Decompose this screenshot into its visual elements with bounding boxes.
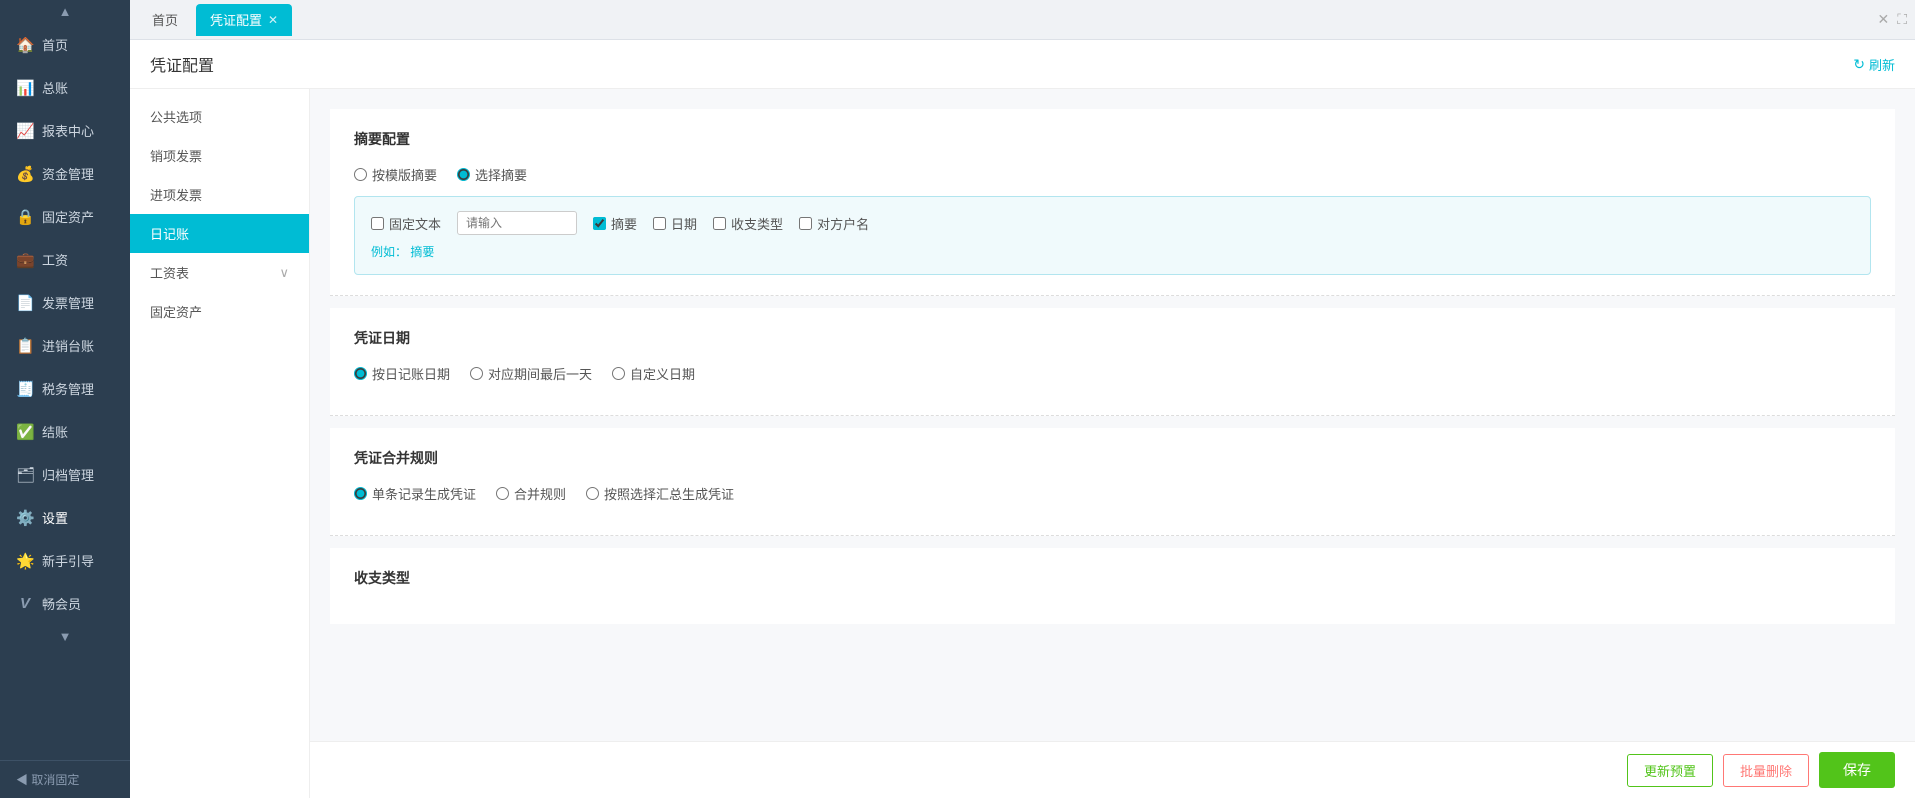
sidebar-item-vip[interactable]: V 畅会员 [0, 582, 130, 625]
example-text: 例如： 摘要 [371, 243, 1854, 260]
checkbox-counter-name[interactable]: 对方户名 [799, 214, 869, 233]
maximize-button[interactable]: ⛶ [1897, 11, 1907, 28]
voucher-date-section: 凭证日期 按日记账日期 对应期间最后一天 自定义日期 [330, 308, 1895, 416]
summary-config-title: 摘要配置 [354, 129, 1871, 149]
sidebar-item-archive[interactable]: 🗂 归档管理 [0, 453, 130, 496]
left-nav-payroll[interactable]: 工资表 ∨ [130, 253, 309, 292]
tabbar: 首页 凭证配置 ✕ ✕ ⛶ [130, 0, 1915, 40]
checkbox-fixed-text[interactable]: 固定文本 [371, 214, 441, 233]
sidebar-item-funds[interactable]: 💰 资金管理 [0, 152, 130, 195]
chevron-down-icon: ∨ [279, 265, 289, 281]
reports-icon: 📈 [16, 122, 34, 140]
main-area: 首页 凭证配置 ✕ ✕ ⛶ 凭证配置 ↻ 刷新 公共选项 [130, 0, 1915, 798]
sidebar-item-ledger[interactable]: 📊 总账 [0, 66, 130, 109]
bottom-action-bar: 更新预置 批量删除 保存 [310, 741, 1915, 798]
income-type-section: 收支类型 [330, 548, 1895, 624]
page-title: 凭证配置 [150, 52, 214, 76]
tab-voucher-config[interactable]: 凭证配置 ✕ [196, 4, 292, 36]
merge-rules-title: 凭证合并规则 [354, 448, 1871, 468]
save-button[interactable]: 保存 [1819, 752, 1895, 788]
voucher-date-title: 凭证日期 [354, 328, 1871, 348]
radio-last-day[interactable]: 对应期间最后一天 [470, 364, 592, 383]
merge-rules-radio-group: 单条记录生成凭证 合并规则 按照选择汇总生成凭证 [354, 484, 1871, 503]
sales-ledger-icon: 📋 [16, 337, 34, 355]
summary-radio-group: 按模版摘要 选择摘要 [354, 165, 1871, 184]
checkbox-income-type[interactable]: 收支类型 [713, 214, 783, 233]
page-content: 凭证配置 ↻ 刷新 公共选项 销项发票 进项发票 日记账 [130, 40, 1915, 798]
summary-checkbox-row: 固定文本 摘要 日期 [371, 211, 1854, 235]
tab-close-voucher-config[interactable]: ✕ [268, 13, 278, 27]
sidebar: ▲ 🏠 首页 📊 总账 📈 报表中心 💰 资金管理 🔒 固定资产 💼 工资 📄 … [0, 0, 130, 798]
sidebar-item-invoices[interactable]: 📄 发票管理 [0, 281, 130, 324]
left-nav-purchase-invoice[interactable]: 进项发票 [130, 175, 309, 214]
funds-icon: 💰 [16, 165, 34, 183]
checkout-icon: ✅ [16, 423, 34, 441]
refresh-button[interactable]: ↻ 刷新 [1853, 55, 1895, 74]
home-icon: 🏠 [16, 36, 34, 54]
income-type-title: 收支类型 [354, 568, 1871, 588]
summary-box: 固定文本 摘要 日期 [354, 196, 1871, 275]
window-controls: ✕ ⛶ [1877, 11, 1907, 28]
summary-config-section: 摘要配置 按模版摘要 选择摘要 [330, 109, 1895, 296]
sidebar-scroll-down[interactable]: ▼ [0, 625, 130, 648]
batch-delete-button[interactable]: 批量删除 [1723, 754, 1809, 787]
left-nav-journal[interactable]: 日记账 [130, 214, 309, 253]
ledger-icon: 📊 [16, 79, 34, 97]
sidebar-item-salary[interactable]: 💼 工资 [0, 238, 130, 281]
left-nav: 公共选项 销项发票 进项发票 日记账 工资表 ∨ 固定资产 [130, 89, 310, 798]
checkbox-date[interactable]: 日期 [653, 214, 697, 233]
radio-summary-generate[interactable]: 按照选择汇总生成凭证 [586, 484, 734, 503]
checkbox-summary[interactable]: 摘要 [593, 214, 637, 233]
settings-icon: ⚙️ [16, 509, 34, 527]
minimize-button[interactable]: ✕ [1877, 11, 1889, 28]
assets-icon: 🔒 [16, 208, 34, 226]
left-nav-fixed-assets[interactable]: 固定资产 [130, 292, 309, 331]
sidebar-item-reports[interactable]: 📈 报表中心 [0, 109, 130, 152]
radio-journal-date[interactable]: 按日记账日期 [354, 364, 450, 383]
sidebar-cancel-pin[interactable]: ◀ 取消固定 [0, 760, 130, 798]
right-content: 摘要配置 按模版摘要 选择摘要 [310, 89, 1915, 798]
sidebar-item-checkout[interactable]: ✅ 结账 [0, 410, 130, 453]
radio-single-record[interactable]: 单条记录生成凭证 [354, 484, 476, 503]
summary-radio-select[interactable]: 选择摘要 [457, 165, 527, 184]
tab-home[interactable]: 首页 [138, 4, 192, 36]
radio-merge-rule[interactable]: 合并规则 [496, 484, 566, 503]
radio-custom-date[interactable]: 自定义日期 [612, 364, 695, 383]
sidebar-item-assets[interactable]: 🔒 固定资产 [0, 195, 130, 238]
sidebar-item-sales-ledger[interactable]: 📋 进销台账 [0, 324, 130, 367]
guide-icon: 🌟 [16, 552, 34, 570]
update-preview-button[interactable]: 更新预置 [1627, 754, 1713, 787]
refresh-icon: ↻ [1853, 56, 1865, 73]
sidebar-item-settings[interactable]: ⚙️ 设置 [0, 496, 130, 539]
left-nav-public[interactable]: 公共选项 [130, 97, 309, 136]
left-nav-sales-invoice[interactable]: 销项发票 [130, 136, 309, 175]
sidebar-scroll-up[interactable]: ▲ [0, 0, 130, 23]
voucher-date-radio-group: 按日记账日期 对应期间最后一天 自定义日期 [354, 364, 1871, 383]
vip-icon: V [16, 595, 34, 612]
tax-icon: 🧾 [16, 380, 34, 398]
salary-icon: 💼 [16, 251, 34, 269]
sidebar-item-guide[interactable]: 🌟 新手引导 [0, 539, 130, 582]
archive-icon: 🗂 [16, 466, 34, 484]
invoices-icon: 📄 [16, 294, 34, 312]
page-body: 公共选项 销项发票 进项发票 日记账 工资表 ∨ 固定资产 [130, 89, 1915, 798]
page-header: 凭证配置 ↻ 刷新 [130, 40, 1915, 89]
summary-radio-template[interactable]: 按模版摘要 [354, 165, 437, 184]
sidebar-item-home[interactable]: 🏠 首页 [0, 23, 130, 66]
fixed-text-input[interactable] [457, 211, 577, 235]
merge-rules-section: 凭证合并规则 单条记录生成凭证 合并规则 按照选择汇总生成凭证 [330, 428, 1895, 536]
sidebar-item-tax[interactable]: 🧾 税务管理 [0, 367, 130, 410]
